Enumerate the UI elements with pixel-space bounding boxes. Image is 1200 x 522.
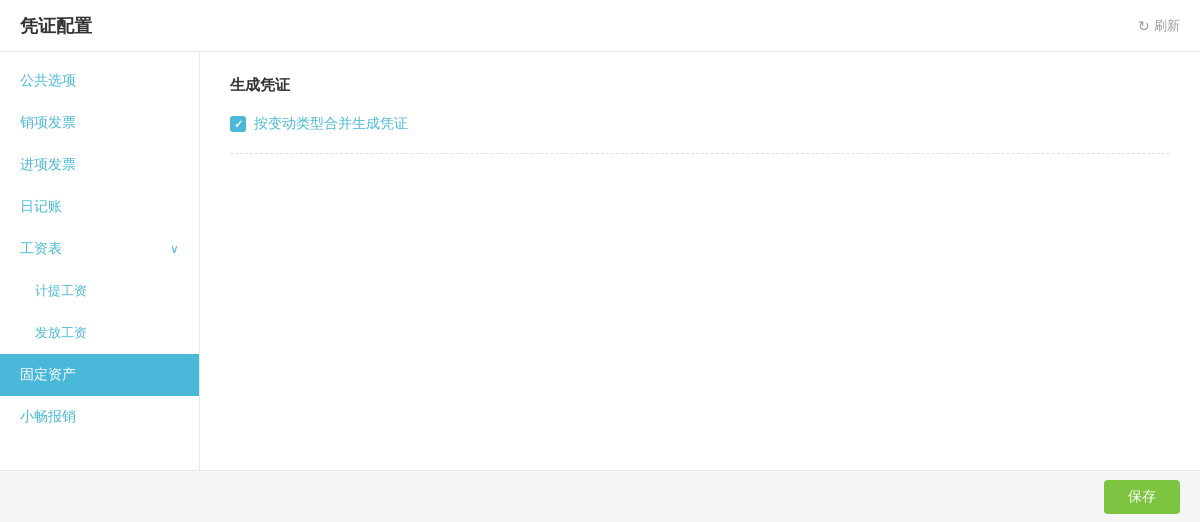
sidebar-item-public-options[interactable]: 公共选项 [0, 60, 199, 102]
sidebar-item-sales-invoice[interactable]: 销项发票 [0, 102, 199, 144]
page-header: 凭证配置 ↻ 刷新 [0, 0, 1200, 52]
sidebar-item-payroll-table[interactable]: 工资表 ∨ [0, 228, 199, 270]
merge-checkbox[interactable] [230, 116, 246, 132]
refresh-icon: ↻ [1138, 18, 1150, 34]
sidebar-item-fixed-assets[interactable]: 固定资产 [0, 354, 199, 396]
checkbox-label[interactable]: 按变动类型合并生成凭证 [254, 115, 408, 133]
save-button[interactable]: 保存 [1104, 480, 1180, 514]
body-container: 公共选项销项发票进项发票日记账工资表 ∨ 计提工资发放工资固定资产小畅报销 生成凭证… [0, 52, 1200, 470]
sidebar-item-issue-payroll[interactable]: 发放工资 [0, 312, 199, 354]
sidebar-item-label: 计提工资 [35, 282, 87, 300]
sidebar-item-purchase-invoice[interactable]: 进项发票 [0, 144, 199, 186]
refresh-button[interactable]: ↻ 刷新 [1138, 17, 1180, 35]
sidebar-item-commission-payroll[interactable]: 计提工资 [0, 270, 199, 312]
sidebar-item-label: 小畅报销 [20, 408, 76, 426]
page-wrapper: 凭证配置 ↻ 刷新 公共选项销项发票进项发票日记账工资表 ∨ 计提工资发放工资固定资… [0, 0, 1200, 522]
sidebar: 公共选项销项发票进项发票日记账工资表 ∨ 计提工资发放工资固定资产小畅报销 [0, 52, 200, 470]
sidebar-item-label: 销项发票 [20, 114, 76, 132]
sidebar-item-expense-report[interactable]: 小畅报销 [0, 396, 199, 438]
section-divider [230, 153, 1170, 154]
sidebar-item-label: 固定资产 [20, 366, 76, 384]
sidebar-item-label: 工资表 [20, 240, 62, 258]
main-content: 生成凭证 按变动类型合并生成凭证 [200, 52, 1200, 470]
page-title: 凭证配置 [20, 14, 92, 38]
sidebar-item-label: 公共选项 [20, 72, 76, 90]
page-footer: 保存 [0, 470, 1200, 522]
chevron-down-icon: ∨ [170, 242, 179, 256]
sidebar-item-label: 日记账 [20, 198, 62, 216]
sidebar-item-label: 进项发票 [20, 156, 76, 174]
section-title: 生成凭证 [230, 76, 1170, 95]
refresh-label: 刷新 [1154, 17, 1180, 35]
sidebar-item-label: 发放工资 [35, 324, 87, 342]
checkbox-row: 按变动类型合并生成凭证 [230, 115, 1170, 133]
sidebar-item-journal[interactable]: 日记账 [0, 186, 199, 228]
